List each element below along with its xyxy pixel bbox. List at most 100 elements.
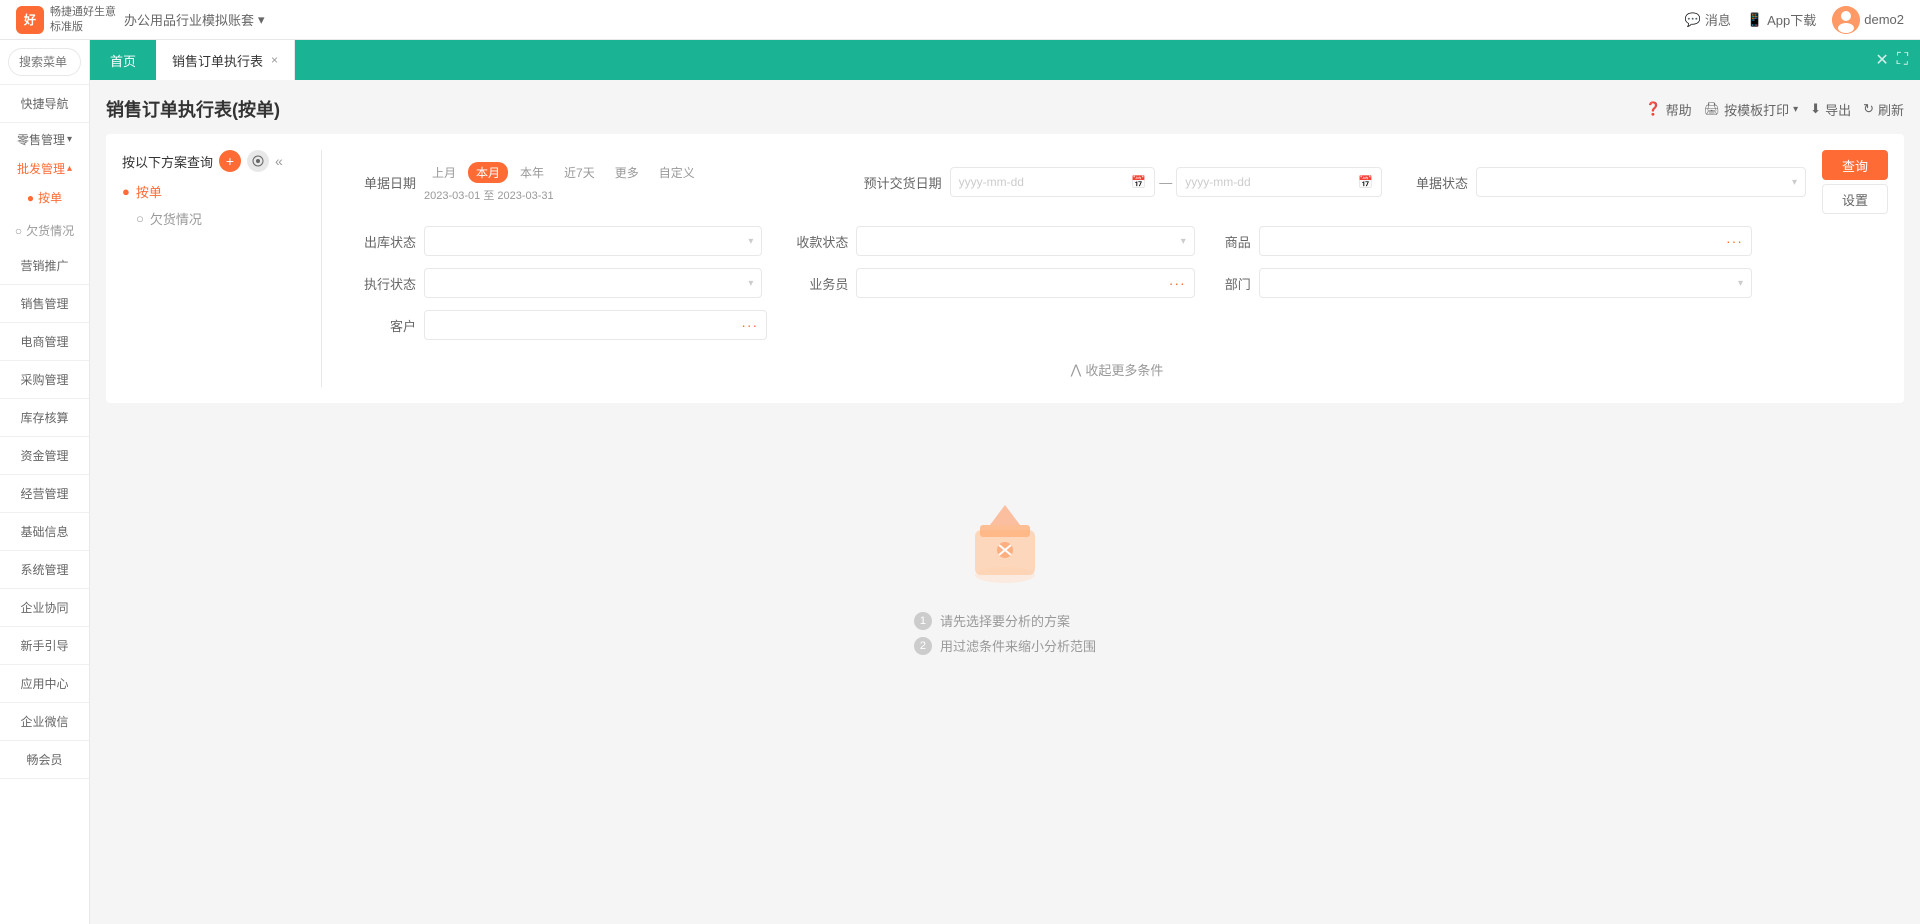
sidebar-item-system[interactable]: 系统管理 [0,551,89,589]
filter-field-salesperson: 业务员 ··· [778,268,1194,298]
message-button[interactable]: 💬 消息 [1685,10,1731,29]
sidebar-item-basic-info[interactable]: 基础信息 [0,513,89,551]
collapse-button[interactable]: ⋀ 收起更多条件 [1071,360,1164,379]
filter-field-goods: 商品 ··· [1211,226,1752,256]
scheme-item-orders[interactable]: ● 按单 [122,178,309,205]
search-input[interactable] [8,48,81,76]
date-tag-this-year[interactable]: 本年 [512,162,552,183]
logo-icon: 好 [16,6,44,34]
date-tag-more[interactable]: 更多 [607,162,647,183]
date-tag-last-month[interactable]: 上月 [424,162,464,183]
sidebar-item-operation[interactable]: 经营管理 [0,475,89,513]
export-button[interactable]: ⬇ 导出 [1810,100,1851,119]
out-status-label: 出库状态 [346,232,416,251]
top-bar: 好 畅捷通好生意 标准版 办公用品行业模拟账套 ▾ 💬 消息 📱 App下载 d… [0,0,1920,40]
sidebar-item-app-center[interactable]: 应用中心 [0,665,89,703]
company-selector[interactable]: 办公用品行业模拟账套 ▾ [124,10,265,29]
tab-bar-actions: ✕ ⛶ [1863,50,1920,70]
sidebar-item-purchase[interactable]: 采购管理 [0,361,89,399]
dept-label: 部门 [1211,274,1251,293]
filter-field-date: 单据日期 上月 本月 本年 近7天 更多 自定义 [346,162,836,203]
date-input-container: 上月 本月 本年 近7天 更多 自定义 2023-03-01 至 2023-03… [424,162,836,203]
app-icon: 📱 [1747,12,1763,28]
filter-panel: 按以下方案查询 + « ● 按单 [106,134,1904,403]
expected-date-end[interactable]: yyyy-mm-dd 📅 [1176,167,1382,197]
empty-hint-1: 1 请先选择要分析的方案 [914,611,1070,630]
app-download-button[interactable]: 📱 App下载 [1747,10,1816,29]
sidebar-item-wholesale[interactable]: 批发管理 ▴ [0,152,89,181]
dept-select[interactable]: ▾ [1259,268,1752,298]
filter-row-4: 客户 ··· [346,310,1888,340]
doc-status-label: 单据状态 [1398,173,1468,192]
help-button[interactable]: ❓ 帮助 [1645,100,1691,119]
query-button[interactable]: 查询 [1822,150,1888,180]
goods-label: 商品 [1211,232,1251,251]
dept-arrow: ▾ [1738,278,1743,289]
empty-state: 1 请先选择要分析的方案 2 用过滤条件来缩小分析范围 [106,415,1904,735]
scheme-title: 按以下方案查询 + « [122,150,309,172]
collapse-scheme-button[interactable]: « [275,153,283,169]
company-arrow-icon: ▾ [258,12,265,28]
exec-status-select[interactable]: ▾ [424,268,762,298]
logo-text: 畅捷通好生意 标准版 [50,5,116,34]
goods-more-icon: ··· [1726,233,1743,249]
sidebar-item-ecommerce[interactable]: 电商管理 [0,323,89,361]
date-tag-this-month[interactable]: 本月 [468,162,508,183]
date-tag-7days[interactable]: 近7天 [556,162,603,183]
sidebar: 快捷导航 零售管理 ▾ 批发管理 ▴ ● 按单 ○ 欠货情况 营销推广 销售管理… [0,40,90,924]
maximize-window-button[interactable]: ⛶ [1897,51,1908,69]
calendar-start-icon: 📅 [1131,175,1146,189]
out-status-select[interactable]: ▾ [424,226,762,256]
exec-status-label: 执行状态 [346,274,416,293]
tab-sales-order[interactable]: 销售订单执行表 × [156,40,295,80]
sidebar-item-marketing[interactable]: 营销推广 [0,247,89,285]
receive-status-arrow: ▾ [1181,236,1186,247]
salesperson-input[interactable]: ··· [856,268,1194,298]
sidebar-item-retail[interactable]: 零售管理 ▾ [0,123,89,152]
add-scheme-button[interactable]: + [219,150,241,172]
expected-date-inputs: yyyy-mm-dd 📅 — yyyy-mm-dd 📅 [950,167,1382,197]
sidebar-item-enterprise[interactable]: 企业协同 [0,589,89,627]
sidebar-item-member[interactable]: 畅会员 [0,741,89,779]
customer-label: 客户 [346,316,416,335]
empty-num-2: 2 [914,637,932,655]
tab-bar: 首页 销售订单执行表 × ✕ ⛶ [90,40,1920,80]
receive-status-select[interactable]: ▾ [856,226,1194,256]
date-separator: — [1159,175,1172,190]
template-print-button[interactable]: 🖨 按模板打印 ▾ [1704,100,1799,119]
user-menu[interactable]: demo2 [1832,6,1904,34]
calendar-end-icon: 📅 [1358,175,1373,189]
sidebar-item-quick-nav[interactable]: 快捷导航 [0,85,89,123]
goods-input[interactable]: ··· [1259,226,1752,256]
sidebar-item-inventory[interactable]: 库存核算 [0,399,89,437]
date-label: 单据日期 [346,173,416,192]
refresh-icon: ↻ [1863,101,1874,117]
empty-text: 1 请先选择要分析的方案 2 用过滤条件来缩小分析范围 [914,611,1096,655]
scheme-item-shortage[interactable]: ○ 欠货情况 [122,205,309,232]
sidebar-item-orders[interactable]: ● 按单 [0,181,89,214]
sidebar-item-finance[interactable]: 资金管理 [0,437,89,475]
edit-scheme-button[interactable] [247,150,269,172]
chevron-down-icon: ▾ [67,134,72,145]
filter-field-out-status: 出库状态 ▾ [346,226,762,256]
tab-close-button[interactable]: × [271,53,278,67]
search-bar [0,40,89,85]
tab-home[interactable]: 首页 [90,40,156,80]
filter-fields: 单据日期 上月 本月 本年 近7天 更多 自定义 [346,150,1888,387]
sidebar-item-wechat[interactable]: 企业微信 [0,703,89,741]
page-header: 销售订单执行表(按单) ❓ 帮助 🖨 按模板打印 ▾ ⬇ 导出 [106,96,1904,122]
sidebar-item-sales-mgmt[interactable]: 销售管理 [0,285,89,323]
refresh-button[interactable]: ↻ 刷新 [1863,100,1904,119]
sidebar-item-newbie[interactable]: 新手引导 [0,627,89,665]
avatar [1832,6,1860,34]
collapse-bar: ⋀ 收起更多条件 [346,352,1888,387]
doc-status-arrow: ▾ [1792,177,1797,188]
date-tag-custom[interactable]: 自定义 [651,162,703,183]
close-window-button[interactable]: ✕ [1875,50,1888,70]
doc-status-select[interactable]: ▾ [1476,167,1806,197]
filter-row-3: 执行状态 ▾ 业务员 ··· [346,268,1888,298]
settings-button[interactable]: 设置 [1822,184,1888,214]
expected-date-start[interactable]: yyyy-mm-dd 📅 [950,167,1156,197]
sidebar-item-shortage[interactable]: ○ 欠货情况 [0,214,89,247]
customer-input[interactable]: ··· [424,310,767,340]
